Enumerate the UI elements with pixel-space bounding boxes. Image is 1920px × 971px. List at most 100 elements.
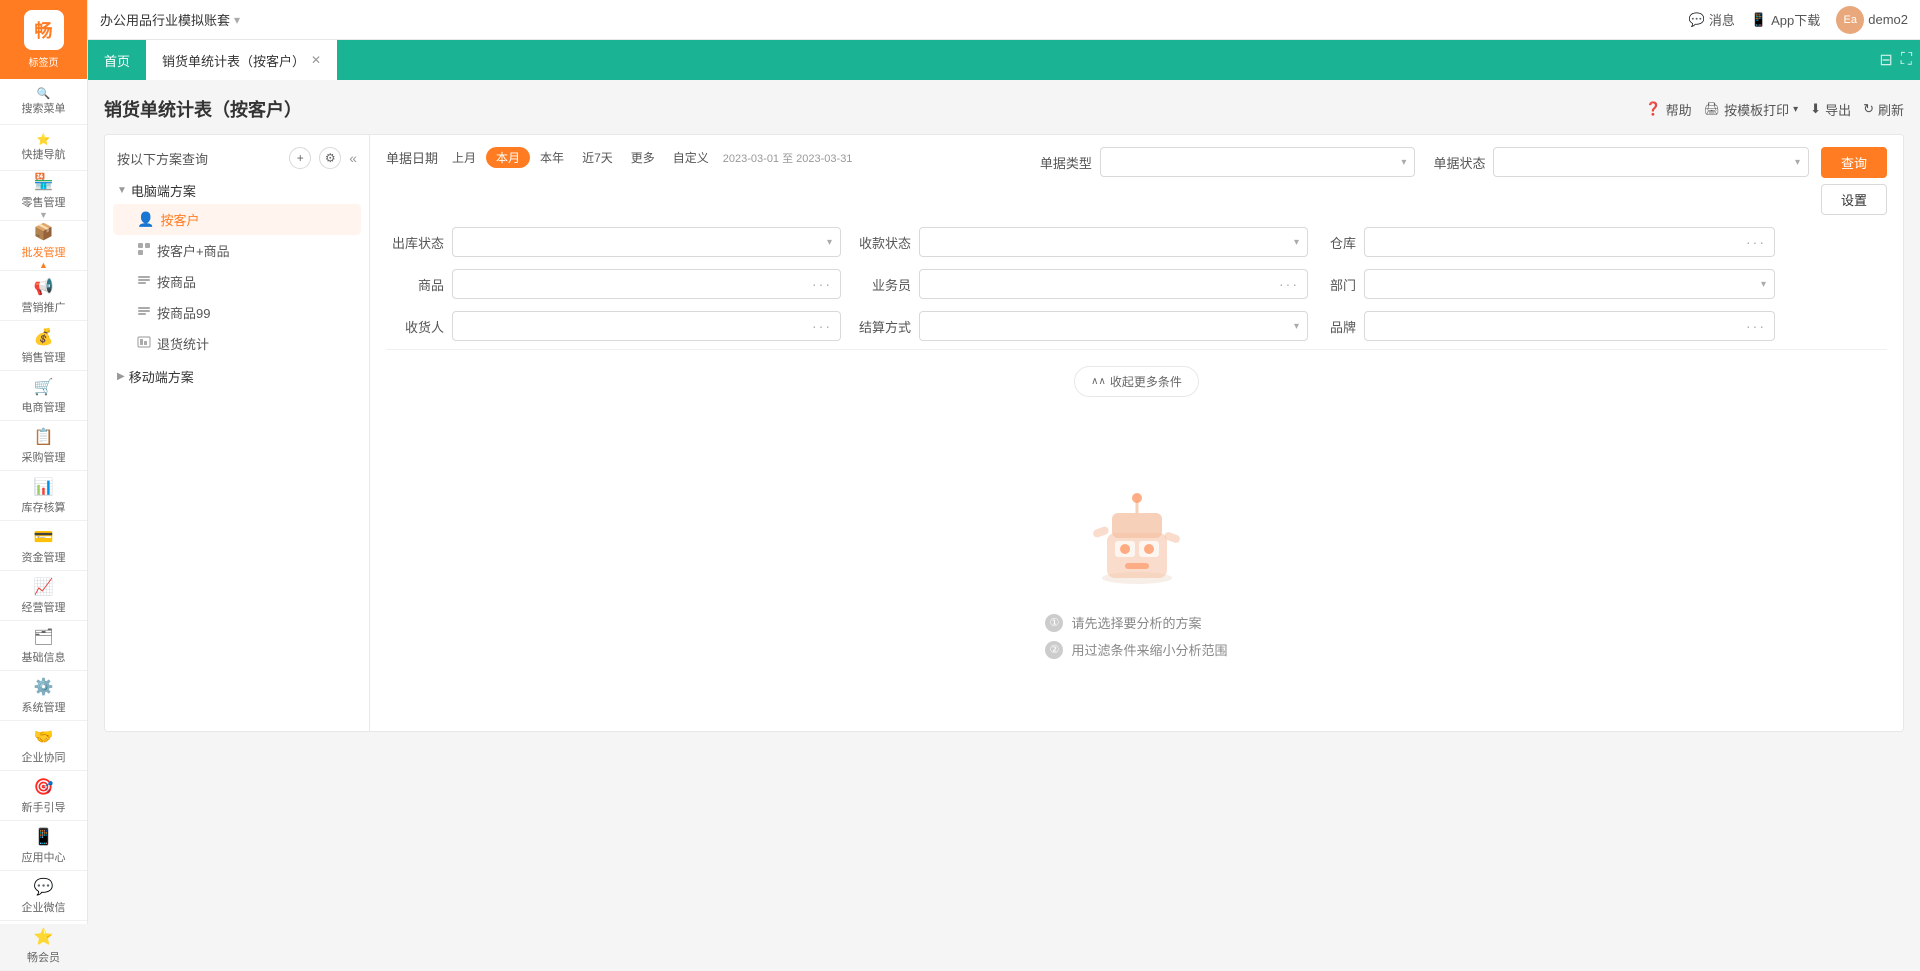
mobile-scheme-header[interactable]: ▶ 移动端方案 [113,363,361,390]
scheme-item-by-customer[interactable]: 👤 按客户 [113,204,361,235]
scheme-item-label: 按商品 [157,272,196,291]
query-button[interactable]: 查询 [1821,147,1887,178]
date-btn-last-7-days[interactable]: 近7天 [574,147,621,168]
sidebar-item-cooperation[interactable]: 🤝 企业协同 [0,721,87,771]
department-filter-group: 部门 ▾ [1320,269,1775,299]
dropdown-arrow-icon: ▾ [827,237,832,248]
sidebar-item-label: 系统管理 [22,699,66,715]
scheme-item-label: 按客户+商品 [157,241,230,260]
sidebar-item-wechat[interactable]: 💬 企业微信 [0,871,87,921]
sidebar-item-member[interactable]: ⭐ 畅会员 [0,921,87,971]
sidebar-item-sales[interactable]: 💰 销售管理 [0,321,87,371]
sidebar-item-finance[interactable]: 💳 资金管理 [0,521,87,571]
sidebar-item-wholesale[interactable]: 📦 批发管理 ▲ [0,221,87,271]
sidebar-item-marketing[interactable]: 📢 营销推广 [0,271,87,321]
sidebar-item-purchase[interactable]: 📋 采购管理 [0,421,87,471]
sidebar-item-label: 基础信息 [22,649,66,665]
tab-report[interactable]: 销货单统计表（按客户） ✕ [146,40,337,80]
sidebar-search-item[interactable]: 🔍 搜索菜单 [0,79,87,125]
consignee-input[interactable]: ··· [452,311,841,341]
collapse-more-conditions-button[interactable]: ∧∧ 收起更多条件 [1074,366,1199,397]
sidebar-item-appcenter[interactable]: 📱 应用中心 [0,821,87,871]
scheme-item-label: 退货统计 [157,334,209,353]
tab-bar: 首页 销货单统计表（按客户） ✕ ⊟ ⛶ [88,40,1920,80]
report-tab-label: 销货单统计表（按客户） [162,51,305,70]
avatar-initials: Ea [1844,14,1857,26]
print-button[interactable]: 🖨 按模板打印 ▾ [1704,100,1799,119]
section-expand-icon: ▼ [117,185,127,196]
doc-type-select[interactable]: ▾ [1100,147,1416,177]
sidebar-item-retail[interactable]: 🏪 零售管理 ▼ [0,171,87,221]
sidebar-item-system[interactable]: ⚙️ 系统管理 [0,671,87,721]
add-scheme-button[interactable]: + [289,147,311,169]
date-btn-custom[interactable]: 自定义 [665,147,717,168]
tab-close-icon[interactable]: ✕ [311,53,321,67]
refresh-label: 刷新 [1878,100,1904,119]
sidebar-item-operation[interactable]: 📈 经营管理 [0,571,87,621]
app-download-button[interactable]: 📱 App下载 [1751,10,1820,29]
cooperation-icon: 🤝 [34,727,54,747]
goods-input[interactable]: ··· [452,269,841,299]
export-button[interactable]: ⬇ 导出 [1810,100,1851,119]
department-select[interactable]: ▾ [1364,269,1775,299]
scheme-settings-button[interactable]: ⚙ [319,147,341,169]
mobile-scheme-title: 移动端方案 [129,367,194,386]
help-button[interactable]: ❓ 帮助 [1645,100,1691,119]
user-name-label: demo2 [1868,12,1908,27]
more-options-icon: ··· [1279,276,1299,292]
sidebar-item-label: 电商管理 [22,399,66,415]
brand-input[interactable]: ··· [1364,311,1775,341]
dropdown-arrow-icon: ▾ [234,13,240,27]
date-filter-group: 单据日期 上月 本月 本年 近7天 更多 自定义 2023-03-01 至 20… [386,147,1022,168]
scheme-item-by-customer-goods[interactable]: 按客户+商品 [113,235,361,266]
collapse-panel-button[interactable]: « [349,150,357,166]
sidebar-item-label: 资金管理 [22,549,66,565]
sidebar-item-label: 企业微信 [22,899,66,915]
receipt-status-label: 收款状态 [853,233,911,252]
wechat-icon: 💬 [34,877,54,897]
date-btn-more[interactable]: 更多 [623,147,663,168]
date-btn-last-month[interactable]: 上月 [444,147,484,168]
doc-status-select[interactable]: ▾ [1493,147,1809,177]
empty-tip-1: ① 请先选择要分析的方案 [1045,613,1227,632]
consignee-filter-group: 收货人 ··· [386,311,841,341]
scheme-item-by-goods99[interactable]: 按商品99 [113,297,361,328]
salesperson-filter-group: 业务员 ··· [853,269,1308,299]
sidebar-item-label: 应用中心 [22,849,66,865]
salesperson-input[interactable]: ··· [919,269,1308,299]
sidebar-item-base[interactable]: 🗂 基础信息 [0,621,87,671]
sidebar-item-label: 采购管理 [22,449,66,465]
settlement-select[interactable]: ▾ [919,311,1308,341]
doc-type-label: 单据类型 [1034,153,1092,172]
sidebar-logo[interactable]: 畅 标签页 [0,0,87,79]
settings-button[interactable]: 设置 [1821,184,1887,215]
sidebar-item-ecommerce[interactable]: 🛒 电商管理 [0,371,87,421]
sidebar-shortcut-item[interactable]: ⭐ 快捷导航 [0,125,87,171]
sidebar-item-newbie[interactable]: 🎯 新手引导 [0,771,87,821]
window-maximize-button[interactable]: ⛶ [1901,51,1912,69]
message-button[interactable]: 💬 消息 [1689,10,1735,29]
wholesale-icon: 📦 [34,222,54,242]
user-profile-button[interactable]: Ea demo2 [1836,6,1908,34]
print-icon: 🖨 [1704,101,1721,117]
sidebar-item-inventory[interactable]: 📊 库存核算 [0,471,87,521]
scheme-item-return-stats[interactable]: 退货统计 [113,328,361,359]
scheme-item-by-goods[interactable]: 按商品 [113,266,361,297]
tab-home[interactable]: 首页 [88,40,146,80]
receipt-status-select[interactable]: ▾ [919,227,1308,257]
left-panel-tools: + ⚙ « [289,147,357,169]
dropdown-arrow-icon: ▾ [1401,157,1406,168]
date-btn-this-month[interactable]: 本月 [486,147,530,168]
customer-scheme-icon: 👤 [137,211,154,228]
app-title-dropdown[interactable]: 办公用品行业模拟账套 ▾ [100,10,240,29]
settlement-filter-group: 结算方式 ▾ [853,311,1308,341]
out-status-select[interactable]: ▾ [452,227,841,257]
window-minimize-button[interactable]: ⊟ [1879,50,1892,70]
collapse-label: 收起更多条件 [1110,373,1182,390]
warehouse-input[interactable]: ··· [1364,227,1775,257]
app-download-label: App下载 [1771,10,1820,29]
date-btn-this-year[interactable]: 本年 [532,147,572,168]
refresh-button[interactable]: ↻ 刷新 [1863,100,1904,119]
desktop-scheme-header[interactable]: ▼ 电脑端方案 [113,177,361,204]
base-icon: 🗂 [33,627,53,647]
